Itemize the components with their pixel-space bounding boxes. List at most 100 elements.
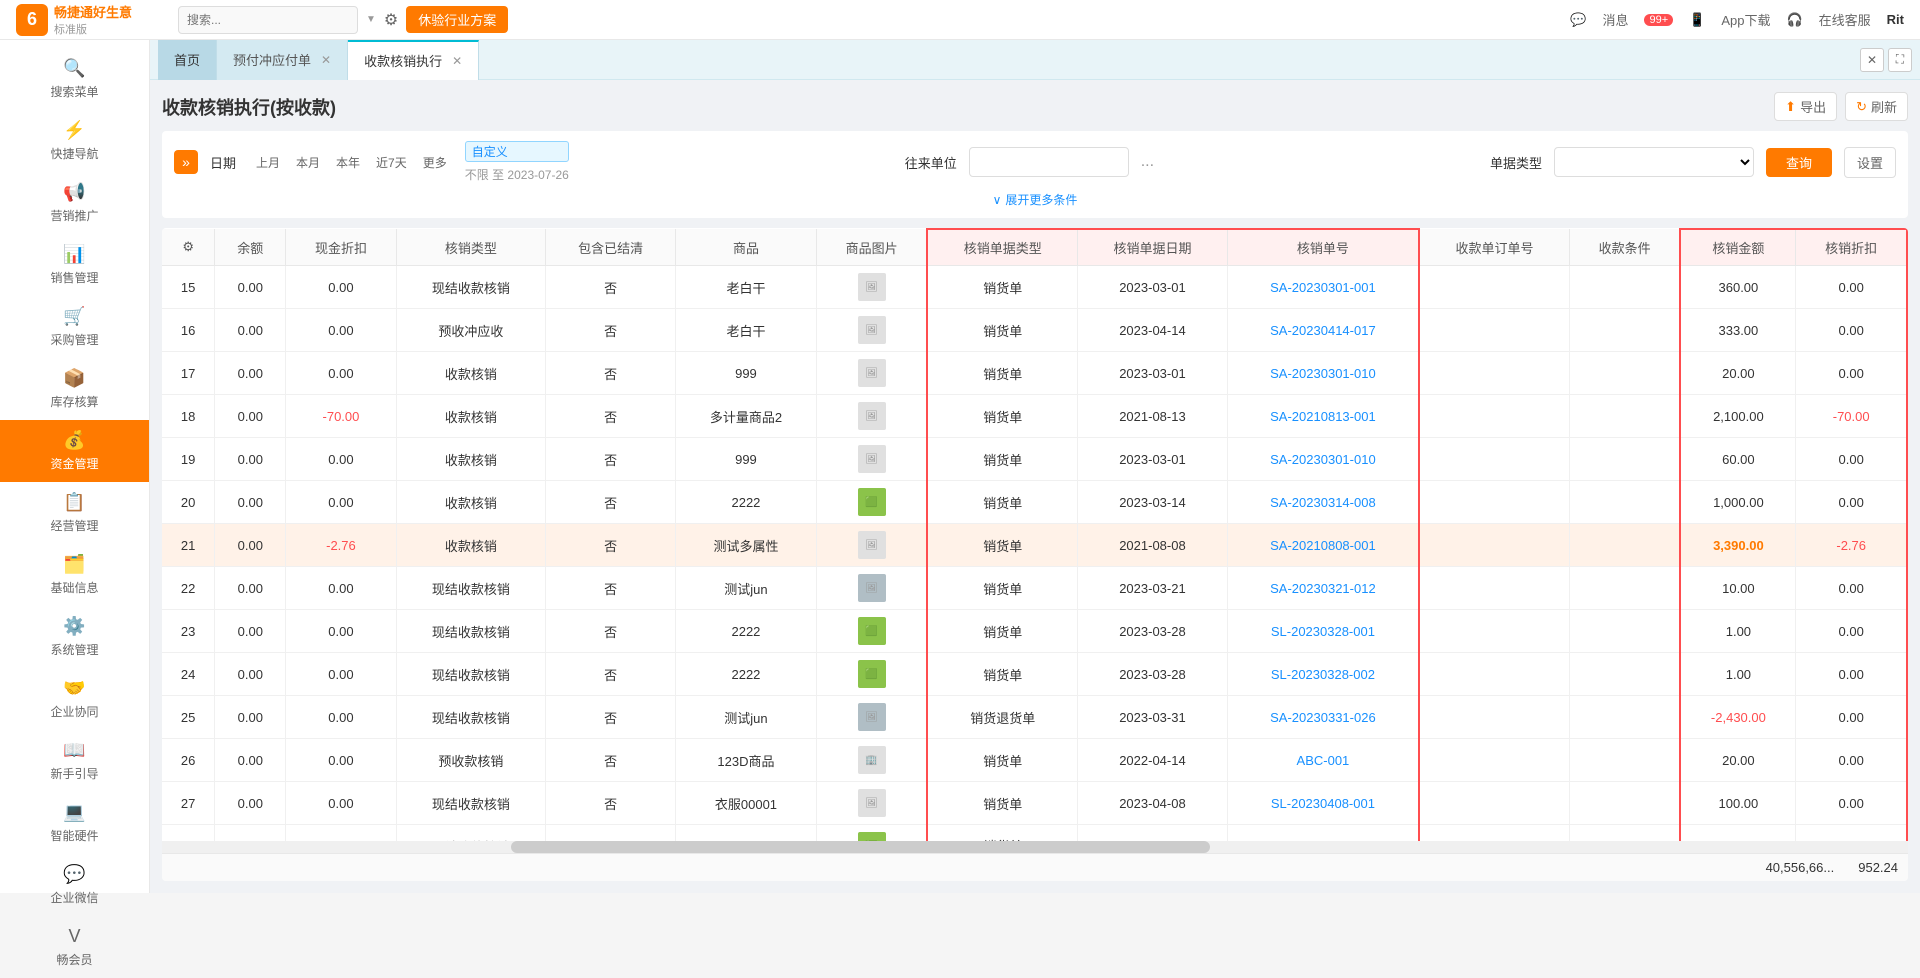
sidebar-item-9[interactable]: ⚙️系统管理 <box>0 606 149 668</box>
export-button[interactable]: ⬆ 导出 <box>1774 92 1837 121</box>
doc-number-link[interactable]: SA-20230414-017 <box>1270 323 1376 338</box>
table-scroll[interactable]: ⚙余额现金折扣核销类型包含已结清商品商品图片核销单据类型核销单据日期核销单号收款… <box>162 228 1908 841</box>
cell-9: SA-20210813-001 <box>1227 395 1419 438</box>
fullscreen-button[interactable]: ⛶ <box>1888 48 1912 72</box>
cell-7: 销货单 <box>927 395 1077 438</box>
cell-4: 否 <box>546 739 676 782</box>
cell-4: 否 <box>546 524 676 567</box>
expand-button[interactable]: » <box>174 150 198 174</box>
cell-13: 0.00 <box>1796 352 1907 395</box>
cell-4: 否 <box>546 309 676 352</box>
doc-number-link[interactable]: SA-20230301-010 <box>1270 452 1376 467</box>
cell-6: 🖼 <box>816 524 927 567</box>
date-option-3[interactable]: 近7天 <box>370 152 413 173</box>
sidebar-item-13[interactable]: 💬企业微信 <box>0 854 149 916</box>
horizontal-scrollbar[interactable] <box>162 841 1908 853</box>
cell-11 <box>1569 782 1680 825</box>
cell-6: 🟩 <box>816 481 927 524</box>
sidebar-item-6[interactable]: 💰资金管理 <box>0 420 149 482</box>
doc-number-link[interactable]: SA-20230314-008 <box>1270 495 1376 510</box>
sidebar-item-14[interactable]: V畅会员 <box>0 916 149 978</box>
refresh-button[interactable]: ↻ 刷新 <box>1845 92 1908 121</box>
cell-12: 60.00 <box>1680 438 1795 481</box>
sidebar-item-8[interactable]: 🗂️基础信息 <box>0 544 149 606</box>
sidebar-item-2[interactable]: 📢营销推广 <box>0 172 149 234</box>
sidebar-item-11[interactable]: 📖新手引导 <box>0 730 149 792</box>
filter-dots: ... <box>1141 153 1154 171</box>
sidebar-item-5[interactable]: 📦库存核算 <box>0 358 149 420</box>
doc-number-link[interactable]: ABC-001 <box>1297 753 1350 768</box>
date-custom[interactable]: 自定义 <box>465 141 569 162</box>
date-option-2[interactable]: 本年 <box>330 152 366 173</box>
tab-item-1[interactable]: 预付冲应付单 ✕ <box>217 40 348 80</box>
top-search-input[interactable] <box>178 6 358 34</box>
cell-3: 现结收款核销 <box>396 266 546 309</box>
cell-11 <box>1569 653 1680 696</box>
doc-number-link[interactable]: SA-20230331-026 <box>1270 710 1376 725</box>
online-service-label[interactable]: 在线客服 <box>1819 10 1871 29</box>
settings-button[interactable]: 设置 <box>1844 147 1896 178</box>
app-download-label[interactable]: App下载 <box>1721 10 1770 29</box>
cell-2: 0.00 <box>286 438 396 481</box>
cell-8: 2023-04-18 <box>1078 825 1228 842</box>
doc-number-link[interactable]: SL-20230328-001 <box>1271 624 1375 639</box>
tab-label-1: 预付冲应付单 <box>233 50 311 69</box>
sidebar-label-10: 企业协同 <box>50 703 98 720</box>
product-image-thumb: 🟩 <box>858 660 886 688</box>
cell-0: 22 <box>162 567 215 610</box>
cell-4: 否 <box>546 653 676 696</box>
date-option-0[interactable]: 上月 <box>250 152 286 173</box>
cell-2: 0.00 <box>286 610 396 653</box>
product-image-thumb: 🖼 <box>858 789 886 817</box>
message-label[interactable]: 消息 <box>1602 10 1628 29</box>
cell-12: 20.00 <box>1680 352 1795 395</box>
cell-1: 0.00 <box>215 481 286 524</box>
sidebar-item-4[interactable]: 🛒采购管理 <box>0 296 149 358</box>
cell-0: 17 <box>162 352 215 395</box>
gear-icon[interactable]: ⚙ <box>384 10 398 30</box>
expand-more-button[interactable]: ∨ 展开更多条件 <box>174 191 1896 208</box>
tab-close-1[interactable]: ✕ <box>321 53 331 67</box>
sidebar-item-7[interactable]: 📋经营管理 <box>0 482 149 544</box>
sidebar-item-1[interactable]: ⚡快捷导航 <box>0 110 149 172</box>
cell-13: 0.00 <box>1796 266 1907 309</box>
cell-10 <box>1419 395 1569 438</box>
cell-2: 0.00 <box>286 782 396 825</box>
sidebar-icon-11: 📖 <box>63 740 85 761</box>
col-header-doc_date: 核销单据日期 <box>1078 229 1228 266</box>
from-unit-input[interactable] <box>969 147 1129 177</box>
doc-type-select[interactable] <box>1554 147 1754 177</box>
doc-number-link[interactable]: SA-20210808-001 <box>1270 538 1376 553</box>
date-option-1[interactable]: 本月 <box>290 152 326 173</box>
industry-button[interactable]: 休验行业方案 <box>406 6 508 33</box>
dropdown-arrow-icon[interactable]: ▼ <box>366 14 376 25</box>
doc-number-link[interactable]: SL-20230328-002 <box>1271 667 1375 682</box>
close-tab-button[interactable]: ✕ <box>1860 48 1884 72</box>
cell-4: 否 <box>546 266 676 309</box>
cell-7: 销货单 <box>927 610 1077 653</box>
table-row: 160.000.00预收冲应收否老白干🖼销货单2023-04-14SA-2023… <box>162 309 1907 352</box>
doc-number-link[interactable]: SA-20230321-012 <box>1270 581 1376 596</box>
cell-5: 老白干 <box>676 266 817 309</box>
cell-1: 0.00 <box>215 825 286 842</box>
doc-number-link[interactable]: SA-20230301-010 <box>1270 366 1376 381</box>
sidebar-item-3[interactable]: 📊销售管理 <box>0 234 149 296</box>
cell-3: 现结收款核销 <box>396 653 546 696</box>
doc-number-link[interactable]: SA-20210813-001 <box>1270 409 1376 424</box>
tab-item-0[interactable]: 首页 <box>158 40 217 80</box>
query-button[interactable]: 查询 <box>1766 148 1832 177</box>
sidebar-item-10[interactable]: 🤝企业协同 <box>0 668 149 730</box>
product-image-thumb: 🟩 <box>858 488 886 516</box>
doc-number-link[interactable]: SA-20230301-001 <box>1270 280 1376 295</box>
doc-number-link[interactable]: SL-20230408-001 <box>1271 796 1375 811</box>
tab-item-2[interactable]: 收款核销执行✕ <box>348 40 479 80</box>
filter-row-1: » 日期 上月本月本年近7天更多 自定义 不限 至 2023-07-26 往来单… <box>174 141 1896 183</box>
sidebar: 🔍搜索菜单⚡快捷导航📢营销推广📊销售管理🛒采购管理📦库存核算💰资金管理📋经营管理… <box>0 40 150 893</box>
cell-11 <box>1569 696 1680 739</box>
sidebar-item-0[interactable]: 🔍搜索菜单 <box>0 48 149 110</box>
cell-2: 0.00 <box>286 825 396 842</box>
date-option-4[interactable]: 更多 <box>417 152 453 173</box>
cell-6: 🖼 <box>816 352 927 395</box>
sidebar-item-12[interactable]: 💻智能硬件 <box>0 792 149 854</box>
tab-close-2[interactable]: ✕ <box>452 54 462 68</box>
